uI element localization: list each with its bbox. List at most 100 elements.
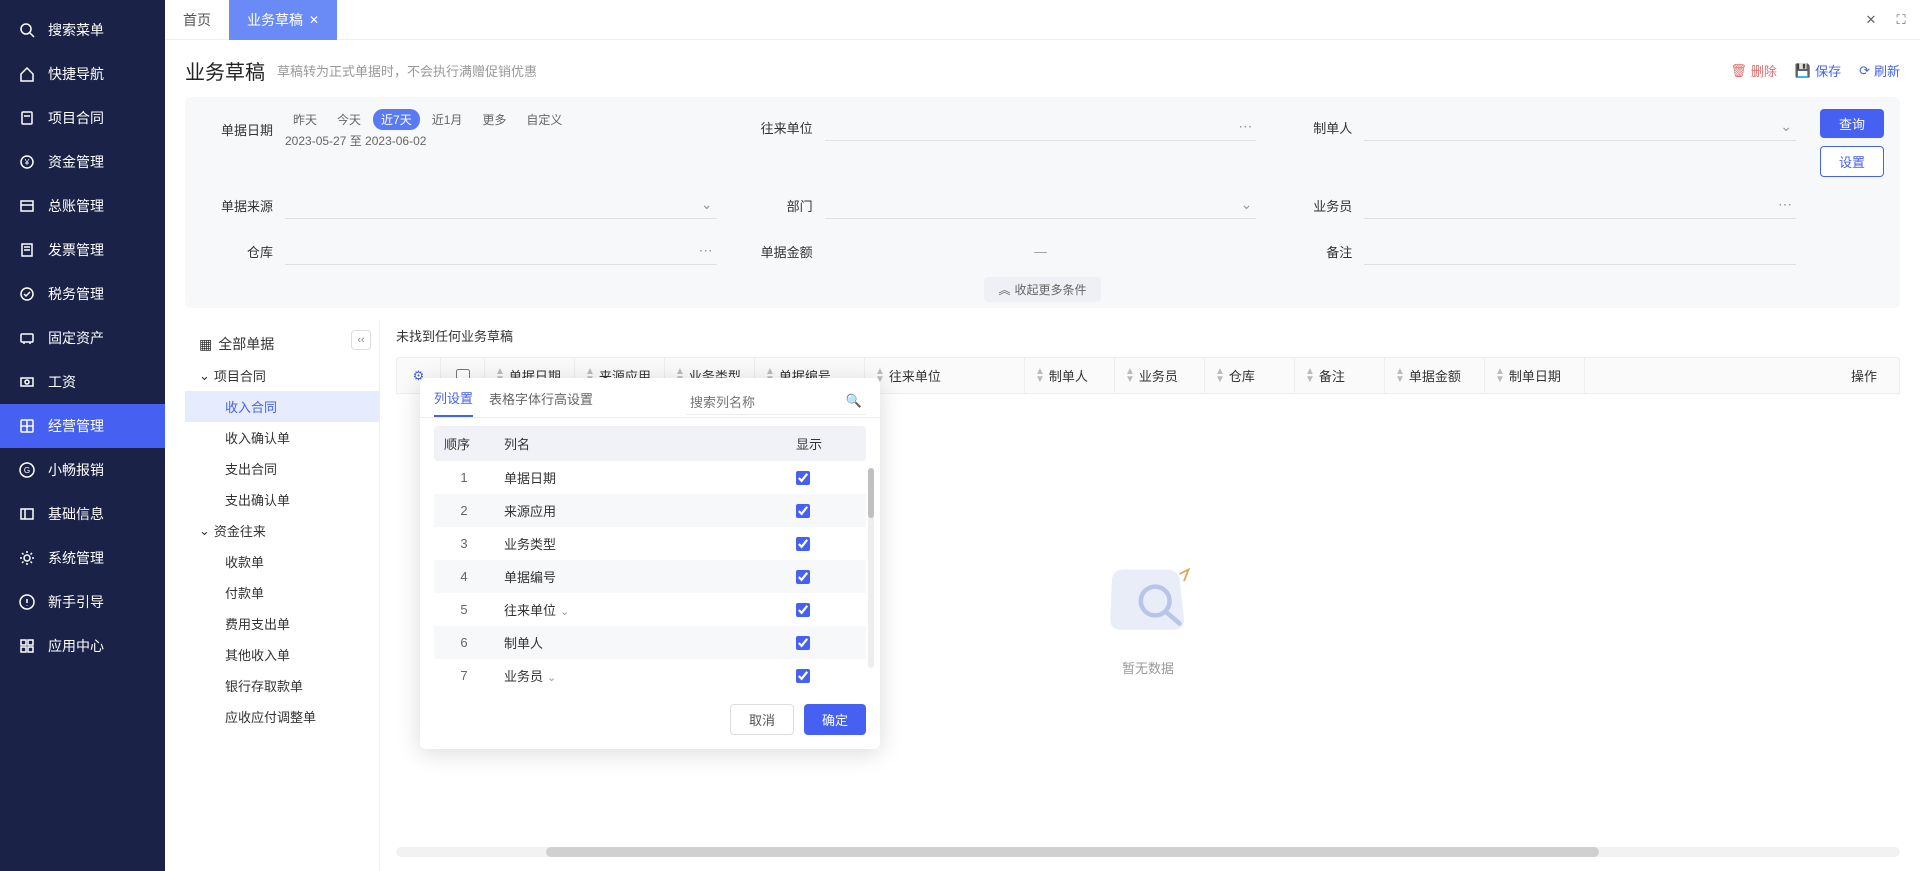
date-option-1[interactable]: 今天 — [329, 109, 369, 130]
popup-cancel-button[interactable]: 取消 — [730, 704, 794, 735]
tree-item-0-1[interactable]: 收入确认单 — [185, 422, 379, 453]
tree-item-1-4[interactable]: 银行存取款单 — [185, 670, 379, 701]
tree-item-0-2[interactable]: 支出合同 — [185, 453, 379, 484]
horizontal-scrollbar[interactable] — [396, 847, 1900, 857]
delete-action[interactable]: 🗑删除 — [1730, 61, 1777, 80]
close-icon[interactable]: ✕ — [309, 13, 319, 27]
tree-item-1-0[interactable]: 收款单 — [185, 546, 379, 577]
staff-input[interactable]: ⋯ — [1364, 191, 1796, 219]
tree-item-1-5[interactable]: 应收应付调整单 — [185, 701, 379, 732]
popup-scrollbar[interactable] — [868, 468, 874, 668]
sidebar-item-2[interactable]: 项目合同 — [0, 96, 165, 140]
chevron-down-icon: ⌄ — [199, 368, 210, 384]
sidebar-item-8[interactable]: 工资 — [0, 360, 165, 404]
tab-0[interactable]: 首页 — [165, 0, 229, 40]
filter-staff: 业务员 ⋯ — [1280, 187, 1796, 223]
th-6[interactable]: ▲▼业务员 — [1115, 358, 1205, 393]
query-button[interactable]: 查询 — [1820, 109, 1884, 138]
sidebar-item-4[interactable]: 总账管理 — [0, 184, 165, 228]
tree-group-1[interactable]: ⌄资金往来 — [185, 515, 379, 546]
popup-row-1[interactable]: 2来源应用 — [434, 494, 866, 527]
sidebar-item-10[interactable]: G小畅报销 — [0, 448, 165, 492]
source-select[interactable]: ⌄ — [285, 191, 717, 219]
chevron-down-icon: ⌄ — [199, 523, 210, 539]
sidebar-item-13[interactable]: 新手引导 — [0, 580, 165, 624]
date-option-0[interactable]: 昨天 — [285, 109, 325, 130]
show-checkbox-3[interactable] — [796, 570, 810, 584]
tab-1[interactable]: 业务草稿✕ — [229, 0, 337, 40]
more-icon[interactable]: ⋯ — [1778, 196, 1792, 213]
th-9[interactable]: ▲▼单据金额 — [1385, 358, 1485, 393]
chevron-down-icon[interactable]: ⌄ — [1780, 118, 1792, 135]
sidebar-item-9[interactable]: 经营管理 — [0, 404, 165, 448]
popup-tab-font[interactable]: 表格字体行高设置 — [489, 389, 593, 416]
creator-select[interactable]: ⌄ — [1364, 113, 1796, 141]
tab-close-icon[interactable]: ✕ — [1860, 9, 1882, 31]
th-10[interactable]: ▲▼制单日期 — [1485, 358, 1585, 393]
popup-confirm-button[interactable]: 确定 — [804, 704, 866, 735]
tree-collapse-button[interactable]: ‹‹ — [351, 330, 371, 350]
filter-date: 单据日期 昨天今天近7天近1月更多自定义 2023-05-27 至 2023-0… — [201, 109, 717, 149]
dept-select[interactable]: ⌄ — [825, 191, 1257, 219]
show-checkbox-1[interactable] — [796, 504, 810, 518]
date-option-2[interactable]: 近7天 — [373, 109, 420, 130]
sidebar-item-14[interactable]: 应用中心 — [0, 624, 165, 668]
collapse-filters-button[interactable]: ︽ 收起更多条件 — [984, 277, 1100, 302]
empty-icon — [1093, 556, 1203, 646]
sidebar-item-1[interactable]: 快捷导航 — [0, 52, 165, 96]
empty-text: 暂无数据 — [1122, 658, 1174, 677]
sidebar-item-6[interactable]: 税务管理 — [0, 272, 165, 316]
th-5[interactable]: ▲▼制单人 — [1025, 358, 1115, 393]
chevron-down-icon[interactable]: ⌄ — [547, 672, 556, 684]
th-4[interactable]: ▲▼往来单位 — [865, 358, 1025, 393]
reim-icon: G — [18, 461, 36, 479]
warehouse-input[interactable]: ⋯ — [285, 237, 717, 265]
th-7[interactable]: ▲▼仓库 — [1205, 358, 1295, 393]
settings-button[interactable]: 设置 — [1820, 146, 1884, 177]
chevron-down-icon[interactable]: ⌄ — [560, 606, 569, 618]
show-checkbox-0[interactable] — [796, 471, 810, 485]
chevron-down-icon[interactable]: ⌄ — [701, 196, 713, 213]
popup-row-2[interactable]: 3业务类型 — [434, 527, 866, 560]
refresh-icon: ⟳ — [1859, 63, 1870, 79]
date-option-4[interactable]: 更多 — [474, 109, 514, 130]
remark-input[interactable] — [1364, 237, 1796, 265]
more-icon[interactable]: ⋯ — [699, 242, 713, 259]
popup-row-6[interactable]: 7业务员⌄ — [434, 659, 866, 692]
show-checkbox-2[interactable] — [796, 537, 810, 551]
more-icon[interactable]: ⋯ — [1238, 118, 1252, 135]
popup-row-0[interactable]: 1单据日期 — [434, 461, 866, 494]
tree-item-0-3[interactable]: 支出确认单 — [185, 484, 379, 515]
partner-input[interactable]: ⋯ — [825, 113, 1257, 141]
sidebar-item-11[interactable]: 基础信息 — [0, 492, 165, 536]
sidebar-item-12[interactable]: 系统管理 — [0, 536, 165, 580]
th-operation: 操作 — [1829, 358, 1899, 393]
show-checkbox-6[interactable] — [796, 669, 810, 683]
fullscreen-icon[interactable]: ⛶ — [1890, 9, 1912, 31]
refresh-action[interactable]: ⟳刷新 — [1859, 61, 1900, 80]
tree-item-1-2[interactable]: 费用支出单 — [185, 608, 379, 639]
popup-search-input[interactable] — [686, 391, 866, 415]
sidebar-item-3[interactable]: ¥资金管理 — [0, 140, 165, 184]
popup-tab-columns[interactable]: 列设置 — [434, 388, 473, 417]
tree-group-0[interactable]: ⌄项目合同 — [185, 360, 379, 391]
home-icon — [18, 65, 36, 83]
save-action[interactable]: 💾保存 — [1795, 61, 1841, 80]
popup-row-3[interactable]: 4单据编号 — [434, 560, 866, 593]
show-checkbox-5[interactable] — [796, 636, 810, 650]
search-icon[interactable]: 🔍 — [846, 393, 862, 409]
tree-item-0-0[interactable]: 收入合同 — [185, 391, 379, 422]
tree-item-1-1[interactable]: 付款单 — [185, 577, 379, 608]
date-option-3[interactable]: 近1月 — [424, 109, 471, 130]
chevron-down-icon[interactable]: ⌄ — [1241, 196, 1253, 213]
sidebar-item-0[interactable]: 搜索菜单 — [0, 8, 165, 52]
sidebar-item-7[interactable]: 固定资产 — [0, 316, 165, 360]
sort-icon: ▲▼ — [1395, 368, 1405, 384]
sidebar-item-5[interactable]: 发票管理 — [0, 228, 165, 272]
show-checkbox-4[interactable] — [796, 603, 810, 617]
popup-row-5[interactable]: 6制单人 — [434, 626, 866, 659]
th-8[interactable]: ▲▼备注 — [1295, 358, 1385, 393]
popup-row-4[interactable]: 5往来单位⌄ — [434, 593, 866, 626]
date-option-5[interactable]: 自定义 — [518, 109, 570, 130]
tree-item-1-3[interactable]: 其他收入单 — [185, 639, 379, 670]
